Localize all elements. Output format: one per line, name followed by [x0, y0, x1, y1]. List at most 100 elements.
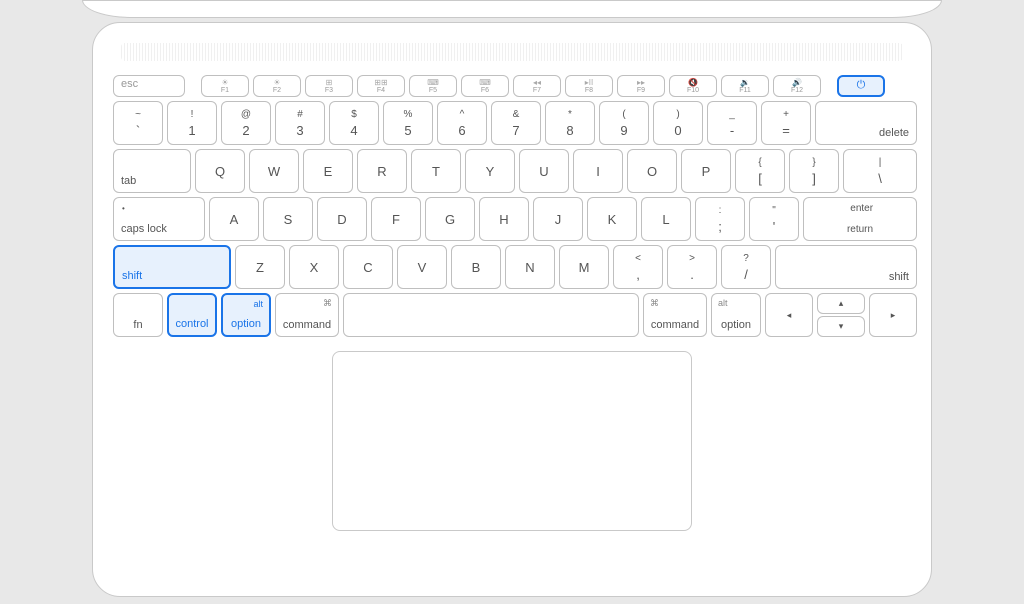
key-3[interactable]: #3 [275, 101, 325, 145]
key-i[interactable]: I [573, 149, 623, 193]
key-m[interactable]: M [559, 245, 609, 289]
key-k[interactable]: K [587, 197, 637, 241]
key-spacebar[interactable] [343, 293, 639, 337]
volume-down-icon: 🔉 [740, 79, 750, 87]
key-d[interactable]: D [317, 197, 367, 241]
key-f2[interactable]: ☀F2 [253, 75, 301, 97]
key-command-right[interactable]: ⌘command [643, 293, 707, 337]
row-zxcv: shift Z X C V B N M <, >. ?/ shift [113, 245, 917, 289]
key-5[interactable]: %5 [383, 101, 433, 145]
key-option-right[interactable]: altoption [711, 293, 761, 337]
row-numbers: ~` !1 @2 #3 $4 %5 ^6 &7 *8 (9 )0 _- += d… [113, 101, 917, 145]
key-o[interactable]: O [627, 149, 677, 193]
key-h[interactable]: H [479, 197, 529, 241]
row-asdf: •caps lock A S D F G H J K L :; "' enter… [113, 197, 917, 241]
key-quote[interactable]: "' [749, 197, 799, 241]
key-bracket-right[interactable]: }] [789, 149, 839, 193]
row-function: esc ☀F1 ☀F2 ⊞F3 ⊞⊞F4 ⌨F5 ⌨F6 ◂◂F7 ▸IIF8 … [113, 75, 917, 97]
key-f10[interactable]: 🔇F10 [669, 75, 717, 97]
key-p[interactable]: P [681, 149, 731, 193]
key-f9[interactable]: ▸▸F9 [617, 75, 665, 97]
kbd-brightness-down-icon: ⌨ [427, 79, 439, 87]
laptop-illustration: esc ☀F1 ☀F2 ⊞F3 ⊞⊞F4 ⌨F5 ⌨F6 ◂◂F7 ▸IIF8 … [92, 0, 932, 597]
key-esc[interactable]: esc [113, 75, 185, 97]
key-power[interactable]: ⏻ [837, 75, 885, 97]
key-arrow-left[interactable]: ◂ [765, 293, 813, 337]
key-shift-right[interactable]: shift [775, 245, 917, 289]
rewind-icon: ◂◂ [533, 79, 541, 87]
speaker-grille [121, 43, 903, 61]
key-f7[interactable]: ◂◂F7 [513, 75, 561, 97]
key-1[interactable]: !1 [167, 101, 217, 145]
row-qwerty: tab Q W E R T Y U I O P {[ }] |\ [113, 149, 917, 193]
key-f[interactable]: F [371, 197, 421, 241]
key-f5[interactable]: ⌨F5 [409, 75, 457, 97]
key-2[interactable]: @2 [221, 101, 271, 145]
fast-forward-icon: ▸▸ [637, 79, 645, 87]
key-b[interactable]: B [451, 245, 501, 289]
key-slash[interactable]: ?/ [721, 245, 771, 289]
key-period[interactable]: >. [667, 245, 717, 289]
key-equals[interactable]: += [761, 101, 811, 145]
key-r[interactable]: R [357, 149, 407, 193]
play-pause-icon: ▸II [585, 79, 593, 87]
key-z[interactable]: Z [235, 245, 285, 289]
key-option-left[interactable]: altoption [221, 293, 271, 337]
key-bracket-left[interactable]: {[ [735, 149, 785, 193]
key-s[interactable]: S [263, 197, 313, 241]
key-shift-left[interactable]: shift [113, 245, 231, 289]
key-minus[interactable]: _- [707, 101, 757, 145]
key-g[interactable]: G [425, 197, 475, 241]
key-0[interactable]: )0 [653, 101, 703, 145]
brightness-down-icon: ☀ [221, 79, 228, 87]
key-c[interactable]: C [343, 245, 393, 289]
key-comma[interactable]: <, [613, 245, 663, 289]
key-u[interactable]: U [519, 149, 569, 193]
mute-icon: 🔇 [688, 79, 698, 87]
key-semicolon[interactable]: :; [695, 197, 745, 241]
key-7[interactable]: &7 [491, 101, 541, 145]
key-arrow-down[interactable]: ▾ [817, 316, 865, 337]
key-f4[interactable]: ⊞⊞F4 [357, 75, 405, 97]
key-6[interactable]: ^6 [437, 101, 487, 145]
key-f8[interactable]: ▸IIF8 [565, 75, 613, 97]
key-arrow-right[interactable]: ▸ [869, 293, 917, 337]
brightness-up-icon: ☀ [273, 79, 280, 87]
mission-control-icon: ⊞ [326, 79, 333, 87]
key-q[interactable]: Q [195, 149, 245, 193]
key-w[interactable]: W [249, 149, 299, 193]
kbd-brightness-up-icon: ⌨ [479, 79, 491, 87]
key-tab[interactable]: tab [113, 149, 191, 193]
key-e[interactable]: E [303, 149, 353, 193]
trackpad[interactable] [332, 351, 692, 531]
key-8[interactable]: *8 [545, 101, 595, 145]
key-capslock[interactable]: •caps lock [113, 197, 205, 241]
key-y[interactable]: Y [465, 149, 515, 193]
key-delete[interactable]: delete [815, 101, 917, 145]
key-j[interactable]: J [533, 197, 583, 241]
key-f12[interactable]: 🔊F12 [773, 75, 821, 97]
arrow-cluster: ◂ ▴ ▾ ▸ [765, 293, 917, 337]
key-arrow-up[interactable]: ▴ [817, 293, 865, 314]
key-f6[interactable]: ⌨F6 [461, 75, 509, 97]
key-backslash[interactable]: |\ [843, 149, 917, 193]
key-a[interactable]: A [209, 197, 259, 241]
key-l[interactable]: L [641, 197, 691, 241]
key-backtick[interactable]: ~` [113, 101, 163, 145]
key-f1[interactable]: ☀F1 [201, 75, 249, 97]
row-modifiers: fn control altoption ⌘command ⌘command a… [113, 293, 917, 337]
key-command-left[interactable]: ⌘command [275, 293, 339, 337]
key-x[interactable]: X [289, 245, 339, 289]
key-4[interactable]: $4 [329, 101, 379, 145]
key-9[interactable]: (9 [599, 101, 649, 145]
key-t[interactable]: T [411, 149, 461, 193]
launchpad-icon: ⊞⊞ [374, 79, 387, 87]
key-f11[interactable]: 🔉F11 [721, 75, 769, 97]
key-return[interactable]: enterreturn [803, 197, 917, 241]
power-icon: ⏻ [857, 79, 866, 92]
key-n[interactable]: N [505, 245, 555, 289]
key-fn[interactable]: fn [113, 293, 163, 337]
key-f3[interactable]: ⊞F3 [305, 75, 353, 97]
key-v[interactable]: V [397, 245, 447, 289]
key-control[interactable]: control [167, 293, 217, 337]
